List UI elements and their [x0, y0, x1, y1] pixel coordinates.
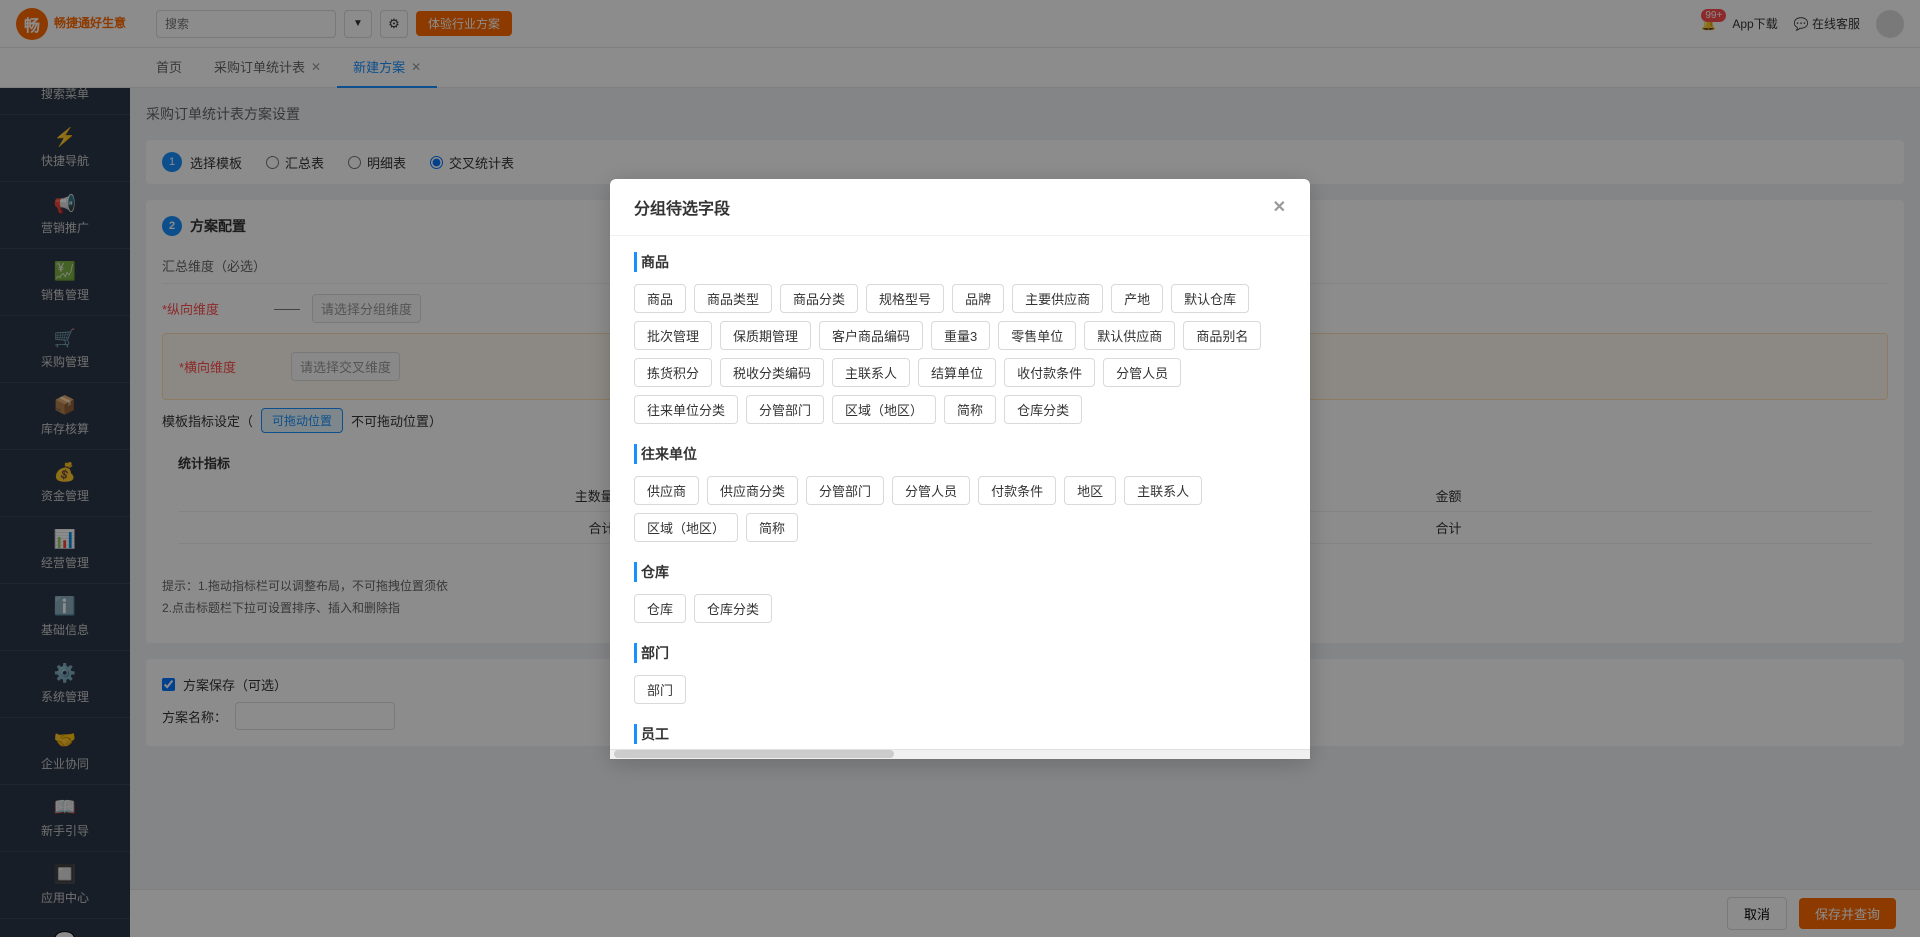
field-tag-commodity-4[interactable]: 品牌 [952, 284, 1004, 313]
field-tag-partner-4[interactable]: 付款条件 [978, 476, 1056, 505]
field-tag-commodity-25[interactable]: 仓库分类 [1004, 395, 1082, 424]
modal-header: 分组待选字段 ✕ [610, 179, 1310, 236]
field-tag-partner-0[interactable]: 供应商 [634, 476, 699, 505]
field-tag-commodity-17[interactable]: 主联系人 [832, 358, 910, 387]
section-commodity-tags: 商品 商品类型 商品分类 规格型号 品牌 主要供应商 产地 默认仓库 批次管理 … [634, 284, 1286, 424]
field-tag-commodity-6[interactable]: 产地 [1111, 284, 1163, 313]
section-employee: 员工 业务员 [634, 724, 1286, 750]
field-tag-commodity-15[interactable]: 拣货积分 [634, 358, 712, 387]
section-department: 部门 部门 [634, 643, 1286, 704]
section-commodity-title: 商品 [634, 252, 1286, 272]
field-tag-warehouse-1[interactable]: 仓库分类 [694, 594, 772, 623]
modal-body: 商品 商品 商品类型 商品分类 规格型号 品牌 主要供应商 产地 默认仓库 批次… [610, 236, 1310, 750]
field-tag-commodity-22[interactable]: 分管部门 [746, 395, 824, 424]
field-tag-commodity-3[interactable]: 规格型号 [866, 284, 944, 313]
field-tag-partner-8[interactable]: 简称 [746, 513, 798, 542]
section-commodity: 商品 商品 商品类型 商品分类 规格型号 品牌 主要供应商 产地 默认仓库 批次… [634, 252, 1286, 424]
field-tag-warehouse-0[interactable]: 仓库 [634, 594, 686, 623]
field-tag-commodity-18[interactable]: 结算单位 [918, 358, 996, 387]
field-tag-commodity-0[interactable]: 商品 [634, 284, 686, 313]
field-tag-commodity-14[interactable]: 商品别名 [1183, 321, 1261, 350]
section-partner-tags: 供应商 供应商分类 分管部门 分管人员 付款条件 地区 主联系人 区域（地区） … [634, 476, 1286, 542]
section-warehouse-tags: 仓库 仓库分类 [634, 594, 1286, 623]
modal: 分组待选字段 ✕ 商品 商品 商品类型 商品分类 规格型号 品牌 主要供应商 产… [610, 179, 1310, 759]
field-tag-commodity-1[interactable]: 商品类型 [694, 284, 772, 313]
section-partner-title: 往来单位 [634, 444, 1286, 464]
field-tag-commodity-12[interactable]: 零售单位 [998, 321, 1076, 350]
section-employee-title: 员工 [634, 724, 1286, 744]
field-tag-commodity-9[interactable]: 保质期管理 [720, 321, 811, 350]
modal-close-button[interactable]: ✕ [1273, 197, 1286, 217]
field-tag-partner-2[interactable]: 分管部门 [806, 476, 884, 505]
modal-hscroll-thumb [614, 750, 894, 758]
field-tag-commodity-21[interactable]: 往来单位分类 [634, 395, 738, 424]
section-warehouse-title: 仓库 [634, 562, 1286, 582]
modal-title: 分组待选字段 [634, 195, 730, 219]
field-tag-commodity-11[interactable]: 重量3 [931, 321, 990, 350]
section-warehouse: 仓库 仓库 仓库分类 [634, 562, 1286, 623]
modal-overlay: 分组待选字段 ✕ 商品 商品 商品类型 商品分类 规格型号 品牌 主要供应商 产… [0, 0, 1920, 937]
field-tag-commodity-16[interactable]: 税收分类编码 [720, 358, 824, 387]
field-tag-partner-3[interactable]: 分管人员 [892, 476, 970, 505]
section-department-title: 部门 [634, 643, 1286, 663]
field-tag-partner-7[interactable]: 区域（地区） [634, 513, 738, 542]
field-tag-partner-1[interactable]: 供应商分类 [707, 476, 798, 505]
field-tag-commodity-19[interactable]: 收付款条件 [1004, 358, 1095, 387]
field-tag-commodity-24[interactable]: 简称 [944, 395, 996, 424]
field-tag-commodity-20[interactable]: 分管人员 [1103, 358, 1181, 387]
field-tag-commodity-5[interactable]: 主要供应商 [1012, 284, 1103, 313]
section-partner: 往来单位 供应商 供应商分类 分管部门 分管人员 付款条件 地区 主联系人 区域… [634, 444, 1286, 542]
field-tag-department-0[interactable]: 部门 [634, 675, 686, 704]
field-tag-commodity-23[interactable]: 区域（地区） [832, 395, 936, 424]
field-tag-partner-6[interactable]: 主联系人 [1124, 476, 1202, 505]
field-tag-commodity-8[interactable]: 批次管理 [634, 321, 712, 350]
field-tag-commodity-13[interactable]: 默认供应商 [1084, 321, 1175, 350]
field-tag-commodity-7[interactable]: 默认仓库 [1171, 284, 1249, 313]
field-tag-commodity-10[interactable]: 客户商品编码 [819, 321, 923, 350]
modal-hscroll[interactable] [610, 749, 1310, 758]
field-tag-partner-5[interactable]: 地区 [1064, 476, 1116, 505]
section-department-tags: 部门 [634, 675, 1286, 704]
field-tag-commodity-2[interactable]: 商品分类 [780, 284, 858, 313]
